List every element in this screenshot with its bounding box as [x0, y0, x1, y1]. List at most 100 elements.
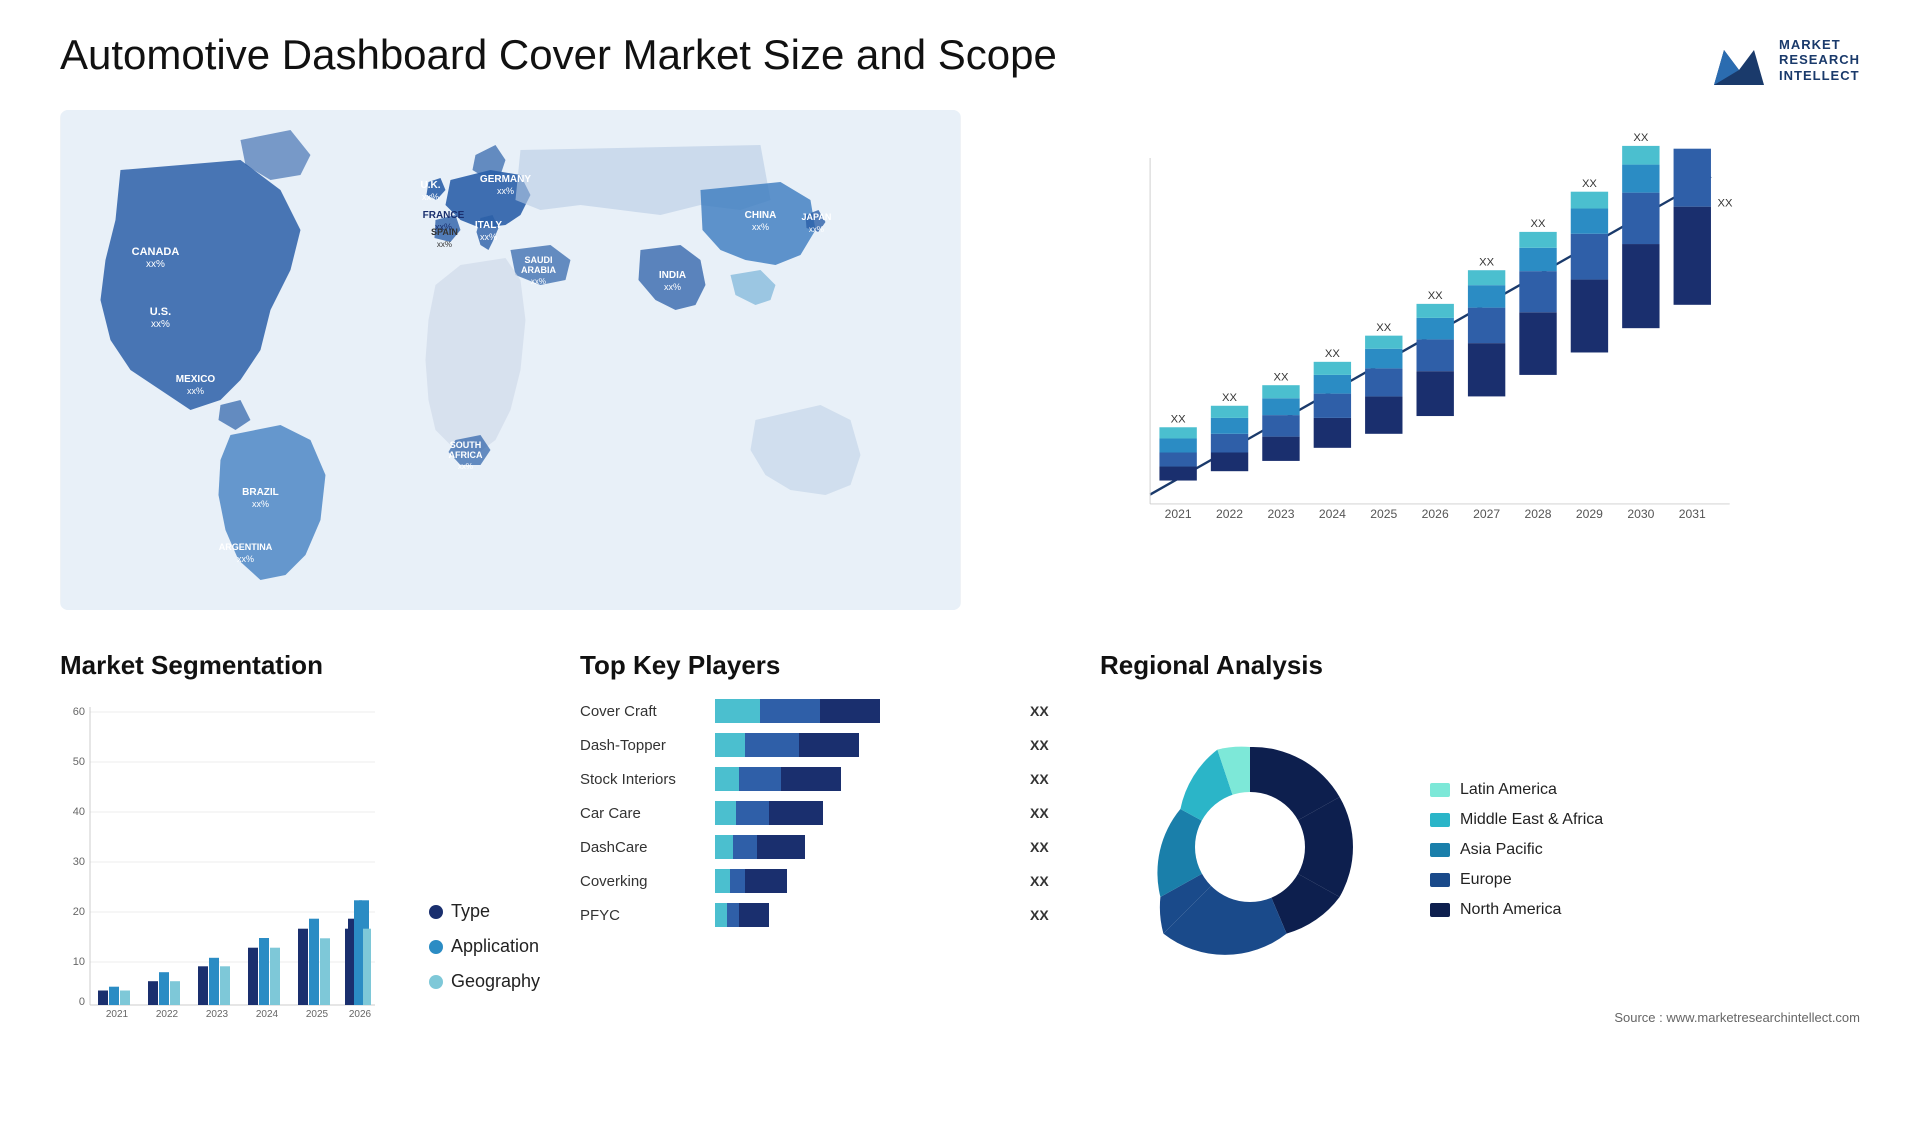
top-section: CANADA xx% U.S. xx% MEXICO xx% BRAZIL xx…: [60, 110, 1860, 610]
svg-text:xx%: xx%: [809, 225, 824, 234]
player-value: XX: [1030, 771, 1060, 787]
regional-label-europe: Europe: [1460, 871, 1512, 889]
svg-text:XX: XX: [1582, 178, 1597, 190]
svg-text:2026: 2026: [1422, 507, 1449, 521]
player-row: Dash-Topper XX: [580, 731, 1060, 759]
svg-text:xx%: xx%: [497, 186, 514, 196]
players-section: Top Key Players Cover Craft XX Dash-Topp…: [580, 650, 1060, 1090]
svg-text:20: 20: [73, 906, 85, 918]
player-bar: [710, 731, 1020, 759]
legend-dot-type: [429, 905, 443, 919]
segmentation-chart-svg-wrap: 60 50 40 30 20 10 0: [60, 697, 409, 1022]
svg-text:40: 40: [73, 806, 85, 818]
regional-legend-ap: Asia Pacific: [1430, 841, 1603, 859]
player-value: XX: [1030, 873, 1060, 889]
player-bar: [710, 697, 1020, 725]
svg-text:xx%: xx%: [252, 499, 269, 509]
svg-text:U.S.: U.S.: [150, 306, 171, 318]
segmentation-bar-chart: 60 50 40 30 20 10 0: [60, 697, 380, 1017]
regional-label-mea: Middle East & Africa: [1460, 811, 1603, 829]
svg-text:30: 30: [73, 856, 85, 868]
players-title: Top Key Players: [580, 650, 1060, 681]
player-bar: [710, 799, 1020, 827]
player-bar: [710, 901, 1020, 929]
svg-text:xx%: xx%: [151, 319, 170, 330]
svg-text:XX: XX: [1171, 414, 1186, 426]
player-value: XX: [1030, 737, 1060, 753]
svg-text:xx%: xx%: [146, 259, 165, 270]
svg-text:10: 10: [73, 956, 85, 968]
svg-text:xx%: xx%: [458, 462, 473, 471]
logo-box: MARKET RESEARCH INTELLECT: [1709, 30, 1860, 90]
svg-text:BRAZIL: BRAZIL: [242, 487, 279, 498]
regional-section: Regional Analysis: [1100, 650, 1860, 1090]
logo-text: MARKET RESEARCH INTELLECT: [1779, 37, 1860, 84]
svg-text:AFRICA: AFRICA: [448, 450, 482, 460]
svg-text:MEXICO: MEXICO: [176, 374, 216, 385]
svg-text:XX: XX: [1633, 132, 1648, 144]
svg-text:ARABIA: ARABIA: [521, 265, 556, 275]
page-container: Automotive Dashboard Cover Market Size a…: [0, 0, 1920, 1146]
legend-label-type: Type: [451, 901, 490, 922]
svg-text:2031: 2031: [1679, 507, 1706, 521]
svg-text:2024: 2024: [256, 1009, 279, 1017]
player-row: Stock Interiors XX: [580, 765, 1060, 793]
page-title: Automotive Dashboard Cover Market Size a…: [60, 30, 1057, 80]
player-row: Car Care XX: [580, 799, 1060, 827]
segmentation-legend: Type Application Geography: [429, 901, 540, 1022]
player-name: Dash-Topper: [580, 737, 700, 754]
source-text: Source : www.marketresearchintellect.com: [1100, 1010, 1860, 1025]
svg-text:2021: 2021: [106, 1009, 129, 1017]
regional-label-latin: Latin America: [1460, 781, 1557, 799]
svg-text:xx%: xx%: [422, 192, 439, 202]
svg-text:xx%: xx%: [237, 554, 254, 564]
regional-legend-europe: Europe: [1430, 871, 1603, 889]
legend-dot-geography: [429, 975, 443, 989]
svg-text:CHINA: CHINA: [745, 210, 777, 221]
regional-legend-na: North America: [1430, 901, 1603, 919]
legend-label-geography: Geography: [451, 971, 540, 992]
svg-text:CANADA: CANADA: [132, 246, 180, 258]
growth-bar-chart: 2021 XX 2022 XX 2023 XX: [1021, 130, 1840, 560]
svg-text:2027: 2027: [1473, 507, 1500, 521]
svg-text:INDIA: INDIA: [659, 270, 686, 281]
bottom-section: Market Segmentation 60 50 40 30 20 10 0: [60, 650, 1860, 1090]
svg-text:2025: 2025: [306, 1009, 329, 1017]
svg-text:2022: 2022: [156, 1009, 179, 1017]
legend-label-application: Application: [451, 936, 539, 957]
player-row: Coverking XX: [580, 867, 1060, 895]
svg-text:xx%: xx%: [531, 277, 546, 286]
svg-text:2023: 2023: [206, 1009, 229, 1017]
svg-text:SPAIN: SPAIN: [431, 227, 458, 237]
player-name: Stock Interiors: [580, 771, 700, 788]
svg-text:XX: XX: [1376, 322, 1391, 334]
svg-text:ARGENTINA: ARGENTINA: [219, 542, 273, 552]
svg-text:JAPAN: JAPAN: [802, 212, 832, 222]
player-name: Car Care: [580, 805, 700, 822]
donut-chart: [1100, 697, 1400, 997]
player-name: PFYC: [580, 907, 700, 924]
legend-item-type: Type: [429, 901, 540, 922]
svg-text:XX: XX: [1273, 372, 1288, 384]
regional-legend-latin: Latin America: [1430, 781, 1603, 799]
svg-text:2022: 2022: [1216, 507, 1243, 521]
svg-text:2021: 2021: [1165, 507, 1192, 521]
svg-text:2029: 2029: [1576, 507, 1603, 521]
player-list: Cover Craft XX Dash-Topper: [580, 697, 1060, 929]
regional-title: Regional Analysis: [1100, 650, 1860, 681]
svg-text:XX: XX: [1325, 348, 1340, 360]
svg-text:XX: XX: [1531, 218, 1546, 230]
svg-text:xx%: xx%: [437, 240, 452, 249]
segmentation-title: Market Segmentation: [60, 650, 540, 681]
svg-text:XX: XX: [1479, 257, 1494, 269]
legend-rect-ap: [1430, 843, 1450, 857]
player-value: XX: [1030, 907, 1060, 923]
player-bar: [710, 765, 1020, 793]
svg-text:xx%: xx%: [187, 386, 204, 396]
legend-item-geography: Geography: [429, 971, 540, 992]
svg-text:ITALY: ITALY: [475, 220, 503, 231]
player-row: DashCare XX: [580, 833, 1060, 861]
header: Automotive Dashboard Cover Market Size a…: [60, 30, 1860, 90]
player-value: XX: [1030, 805, 1060, 821]
regional-legend: Latin America Middle East & Africa Asia …: [1430, 781, 1603, 919]
